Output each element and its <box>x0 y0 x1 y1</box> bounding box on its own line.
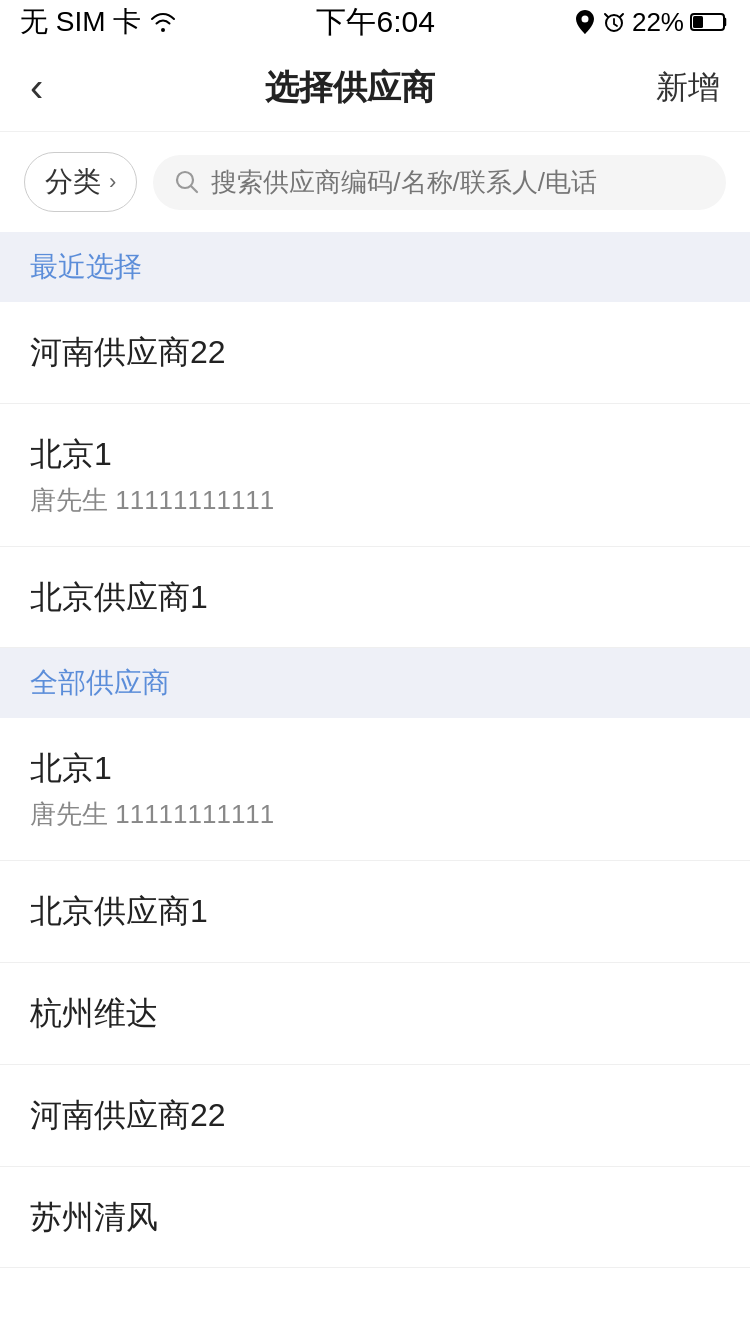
chevron-right-icon: › <box>109 169 116 195</box>
recent-items-list: 河南供应商22 北京1 唐先生 11111111111 北京供应商1 <box>0 302 750 648</box>
list-item[interactable]: 北京供应商1 <box>0 547 750 649</box>
item-name: 河南供应商22 <box>30 1093 720 1138</box>
search-input[interactable] <box>211 167 706 198</box>
search-icon <box>173 168 201 196</box>
status-right: 22% <box>574 7 730 38</box>
battery-percent: 22% <box>632 7 684 38</box>
status-time: 下午6:04 <box>316 2 434 43</box>
carrier-text: 无 SIM 卡 <box>20 3 141 41</box>
add-button[interactable]: 新增 <box>656 66 720 110</box>
list-item[interactable]: 河南供应商22 <box>0 302 750 404</box>
all-section-header: 全部供应商 <box>0 648 750 718</box>
list-item[interactable]: 河南供应商22 <box>0 1065 750 1167</box>
item-name: 杭州维达 <box>30 991 720 1036</box>
recent-section-header: 最近选择 <box>0 232 750 302</box>
item-name: 北京供应商1 <box>30 575 720 620</box>
list-item[interactable]: 北京1 唐先生 11111111111 <box>0 404 750 547</box>
category-label: 分类 <box>45 163 101 201</box>
status-bar: 无 SIM 卡 下午6:04 22% <box>0 0 750 44</box>
all-section-label: 全部供应商 <box>30 667 170 698</box>
list-item[interactable]: 苏州清风 <box>0 1167 750 1269</box>
page-title: 选择供应商 <box>265 65 435 111</box>
status-left: 无 SIM 卡 <box>20 3 177 41</box>
recent-section-label: 最近选择 <box>30 251 142 282</box>
location-icon <box>574 9 596 35</box>
list-item[interactable]: 北京供应商1 <box>0 861 750 963</box>
battery-icon <box>690 11 730 33</box>
filter-bar: 分类 › <box>0 132 750 232</box>
item-sub: 唐先生 11111111111 <box>30 797 720 832</box>
wifi-icon <box>149 11 177 33</box>
item-sub: 唐先生 11111111111 <box>30 483 720 518</box>
item-name: 北京1 <box>30 746 720 791</box>
list-item[interactable]: 北京1 唐先生 11111111111 <box>0 718 750 861</box>
all-items-list: 北京1 唐先生 11111111111 北京供应商1 杭州维达河南供应商22 苏州清风 <box>0 718 750 1268</box>
item-name: 北京1 <box>30 432 720 477</box>
alarm-icon <box>602 9 626 35</box>
back-button[interactable]: ‹ <box>30 65 43 110</box>
item-name: 北京供应商1 <box>30 889 720 934</box>
nav-bar: ‹ 选择供应商 新增 <box>0 44 750 132</box>
category-filter[interactable]: 分类 › <box>24 152 137 212</box>
list-item[interactable]: 杭州维达 <box>0 963 750 1065</box>
search-box[interactable] <box>153 155 726 210</box>
item-name: 苏州清风 <box>30 1195 720 1240</box>
svg-rect-2 <box>693 16 703 28</box>
item-name: 河南供应商22 <box>30 330 720 375</box>
